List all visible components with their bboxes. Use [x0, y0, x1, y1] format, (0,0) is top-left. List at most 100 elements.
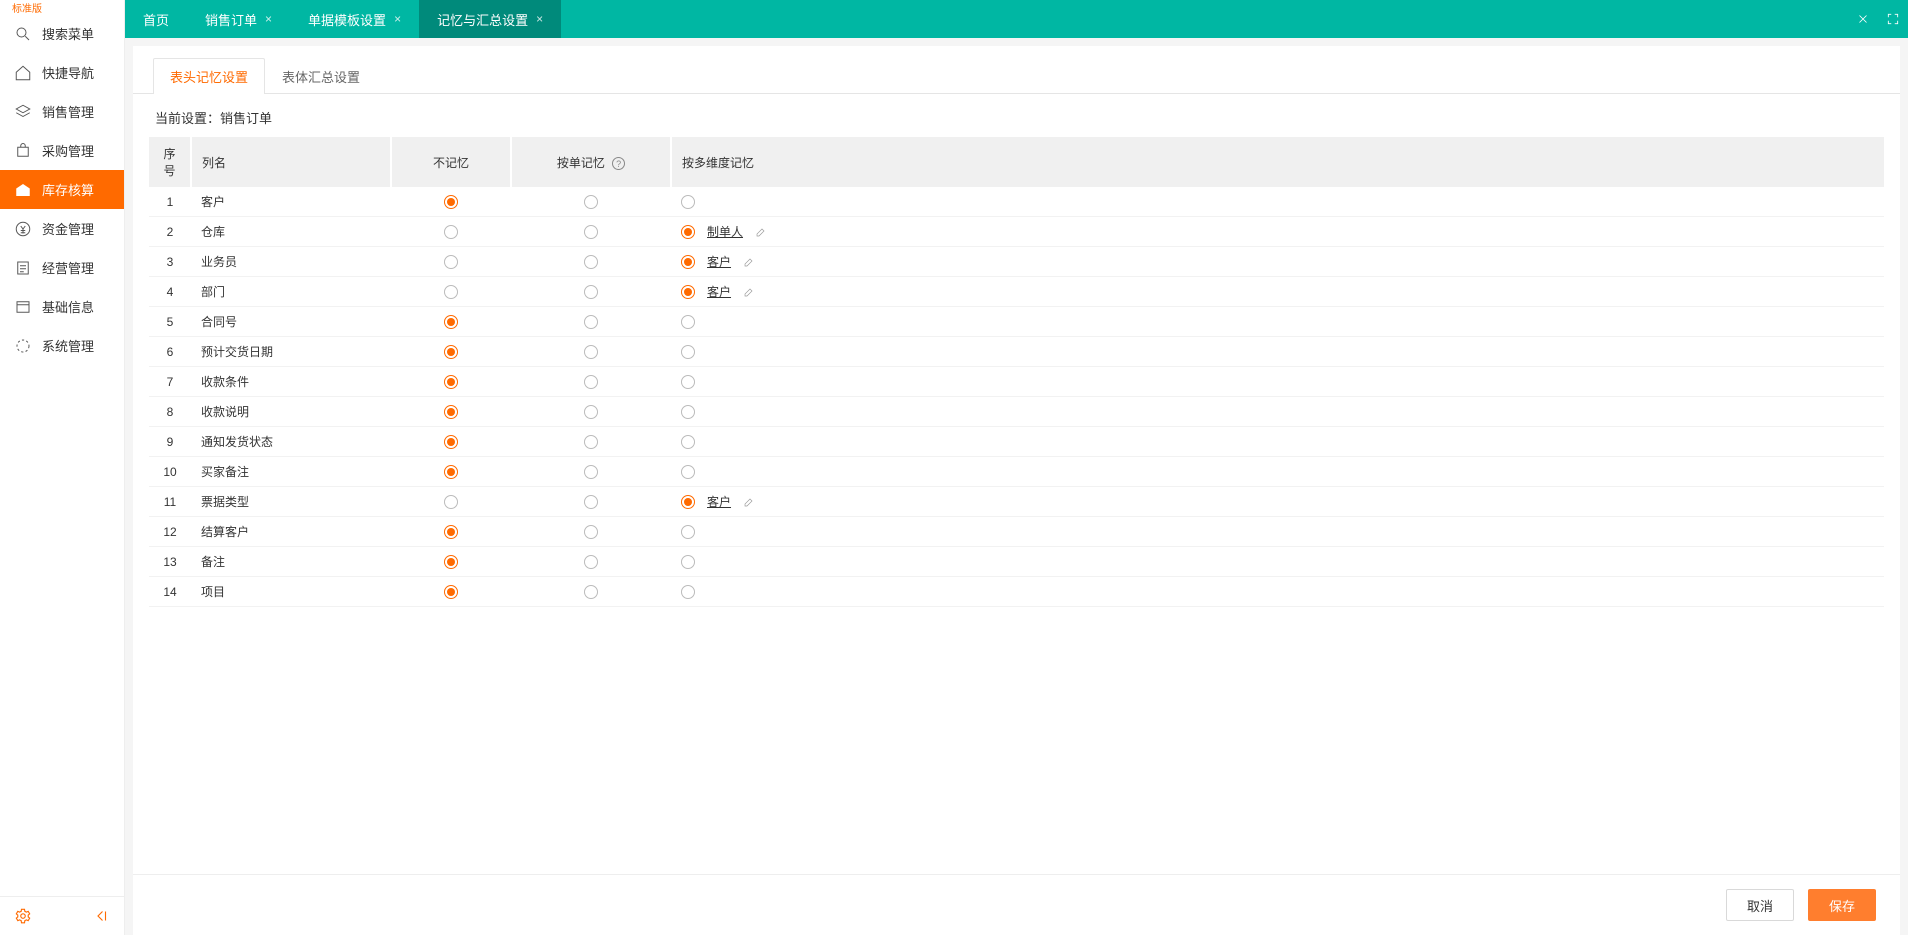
tabbar: 首页销售订单×单据模板设置× 记忆与汇总设置 × [125, 0, 1908, 38]
tab-label: 首页 [143, 10, 169, 29]
radio-bill[interactable] [584, 255, 598, 269]
edit-icon[interactable] [743, 496, 755, 508]
tab-3[interactable]: 记忆与汇总设置 × [419, 0, 561, 38]
inner-tab-1[interactable]: 表体汇总设置 [265, 58, 377, 94]
cell-dim [671, 187, 1884, 217]
save-button[interactable]: 保存 [1808, 889, 1876, 921]
sidebar-item-7[interactable]: 基础信息 [0, 287, 124, 326]
base-icon [14, 298, 32, 316]
radio-dim[interactable] [681, 315, 695, 329]
sidebar-item-4[interactable]: 库存核算 [0, 170, 124, 209]
inner-tab-0[interactable]: 表头记忆设置 [153, 58, 265, 94]
radio-bill[interactable] [584, 345, 598, 359]
tabbar-fullscreen-button[interactable] [1878, 0, 1908, 38]
radio-dim[interactable] [681, 225, 695, 239]
radio-dim[interactable] [681, 525, 695, 539]
radio-bill[interactable] [584, 435, 598, 449]
radio-bill[interactable] [584, 225, 598, 239]
close-icon[interactable]: × [536, 12, 543, 26]
cell-none [391, 247, 511, 277]
sidebar: 搜索菜单快捷导航销售管理采购管理库存核算资金管理经营管理基础信息系统管理 [0, 0, 125, 935]
cell-bill [511, 367, 671, 397]
collapse-icon[interactable] [92, 907, 110, 925]
cell-none [391, 187, 511, 217]
edit-icon[interactable] [743, 256, 755, 268]
radio-bill[interactable] [584, 285, 598, 299]
cell-name: 预计交货日期 [191, 337, 391, 367]
close-icon[interactable]: × [265, 12, 272, 26]
edit-icon[interactable] [755, 226, 767, 238]
radio-none[interactable] [444, 585, 458, 599]
table-row: 6预计交货日期 [149, 337, 1884, 367]
radio-bill[interactable] [584, 555, 598, 569]
radio-dim[interactable] [681, 585, 695, 599]
radio-none[interactable] [444, 345, 458, 359]
radio-none[interactable] [444, 495, 458, 509]
radio-none[interactable] [444, 375, 458, 389]
cancel-button[interactable]: 取消 [1726, 889, 1794, 921]
cell-none [391, 487, 511, 517]
sidebar-item-label: 资金管理 [42, 219, 94, 238]
radio-dim[interactable] [681, 435, 695, 449]
help-icon[interactable]: ? [612, 157, 625, 170]
sidebar-item-label: 销售管理 [42, 102, 94, 121]
close-icon[interactable]: × [394, 12, 401, 26]
sidebar-item-1[interactable]: 快捷导航 [0, 53, 124, 92]
radio-none[interactable] [444, 555, 458, 569]
radio-none[interactable] [444, 285, 458, 299]
th-name: 列名 [191, 137, 391, 187]
radio-dim[interactable] [681, 345, 695, 359]
dim-link[interactable]: 制单人 [707, 223, 743, 240]
sidebar-item-label: 系统管理 [42, 336, 94, 355]
radio-none[interactable] [444, 195, 458, 209]
radio-none[interactable] [444, 255, 458, 269]
cell-name: 买家备注 [191, 457, 391, 487]
radio-bill[interactable] [584, 405, 598, 419]
tab-2[interactable]: 单据模板设置× [290, 0, 419, 38]
gear-icon[interactable] [14, 907, 32, 925]
cell-none [391, 277, 511, 307]
edit-icon[interactable] [743, 286, 755, 298]
radio-none[interactable] [444, 465, 458, 479]
sidebar-item-3[interactable]: 采购管理 [0, 131, 124, 170]
tab-0[interactable]: 首页 [125, 0, 187, 38]
tabbar-close-button[interactable] [1848, 0, 1878, 38]
radio-dim[interactable] [681, 555, 695, 569]
radio-none[interactable] [444, 435, 458, 449]
sidebar-item-8[interactable]: 系统管理 [0, 326, 124, 365]
radio-bill[interactable] [584, 465, 598, 479]
radio-bill[interactable] [584, 195, 598, 209]
radio-none[interactable] [444, 405, 458, 419]
radio-bill[interactable] [584, 585, 598, 599]
tab-label: 记忆与汇总设置 [437, 10, 528, 29]
th-dim: 按多维度记忆 [671, 137, 1884, 187]
dim-link[interactable]: 客户 [707, 283, 731, 300]
dim-link[interactable]: 客户 [707, 253, 731, 270]
sidebar-item-5[interactable]: 资金管理 [0, 209, 124, 248]
cell-name: 部门 [191, 277, 391, 307]
sidebar-item-6[interactable]: 经营管理 [0, 248, 124, 287]
current-setting-value: 销售订单 [220, 111, 272, 126]
radio-dim[interactable] [681, 255, 695, 269]
radio-dim[interactable] [681, 195, 695, 209]
sidebar-item-0[interactable]: 搜索菜单 [0, 14, 124, 53]
sidebar-item-2[interactable]: 销售管理 [0, 92, 124, 131]
cell-bill [511, 397, 671, 427]
radio-bill[interactable] [584, 525, 598, 539]
radio-bill[interactable] [584, 495, 598, 509]
radio-bill[interactable] [584, 315, 598, 329]
radio-dim[interactable] [681, 405, 695, 419]
radio-none[interactable] [444, 225, 458, 239]
tab-1[interactable]: 销售订单× [187, 0, 290, 38]
table-row: 3业务员客户 [149, 247, 1884, 277]
radio-dim[interactable] [681, 285, 695, 299]
dim-link[interactable]: 客户 [707, 493, 731, 510]
radio-bill[interactable] [584, 375, 598, 389]
cell-name: 合同号 [191, 307, 391, 337]
radio-none[interactable] [444, 315, 458, 329]
table-row: 1客户 [149, 187, 1884, 217]
radio-dim[interactable] [681, 465, 695, 479]
radio-none[interactable] [444, 525, 458, 539]
radio-dim[interactable] [681, 375, 695, 389]
radio-dim[interactable] [681, 495, 695, 509]
